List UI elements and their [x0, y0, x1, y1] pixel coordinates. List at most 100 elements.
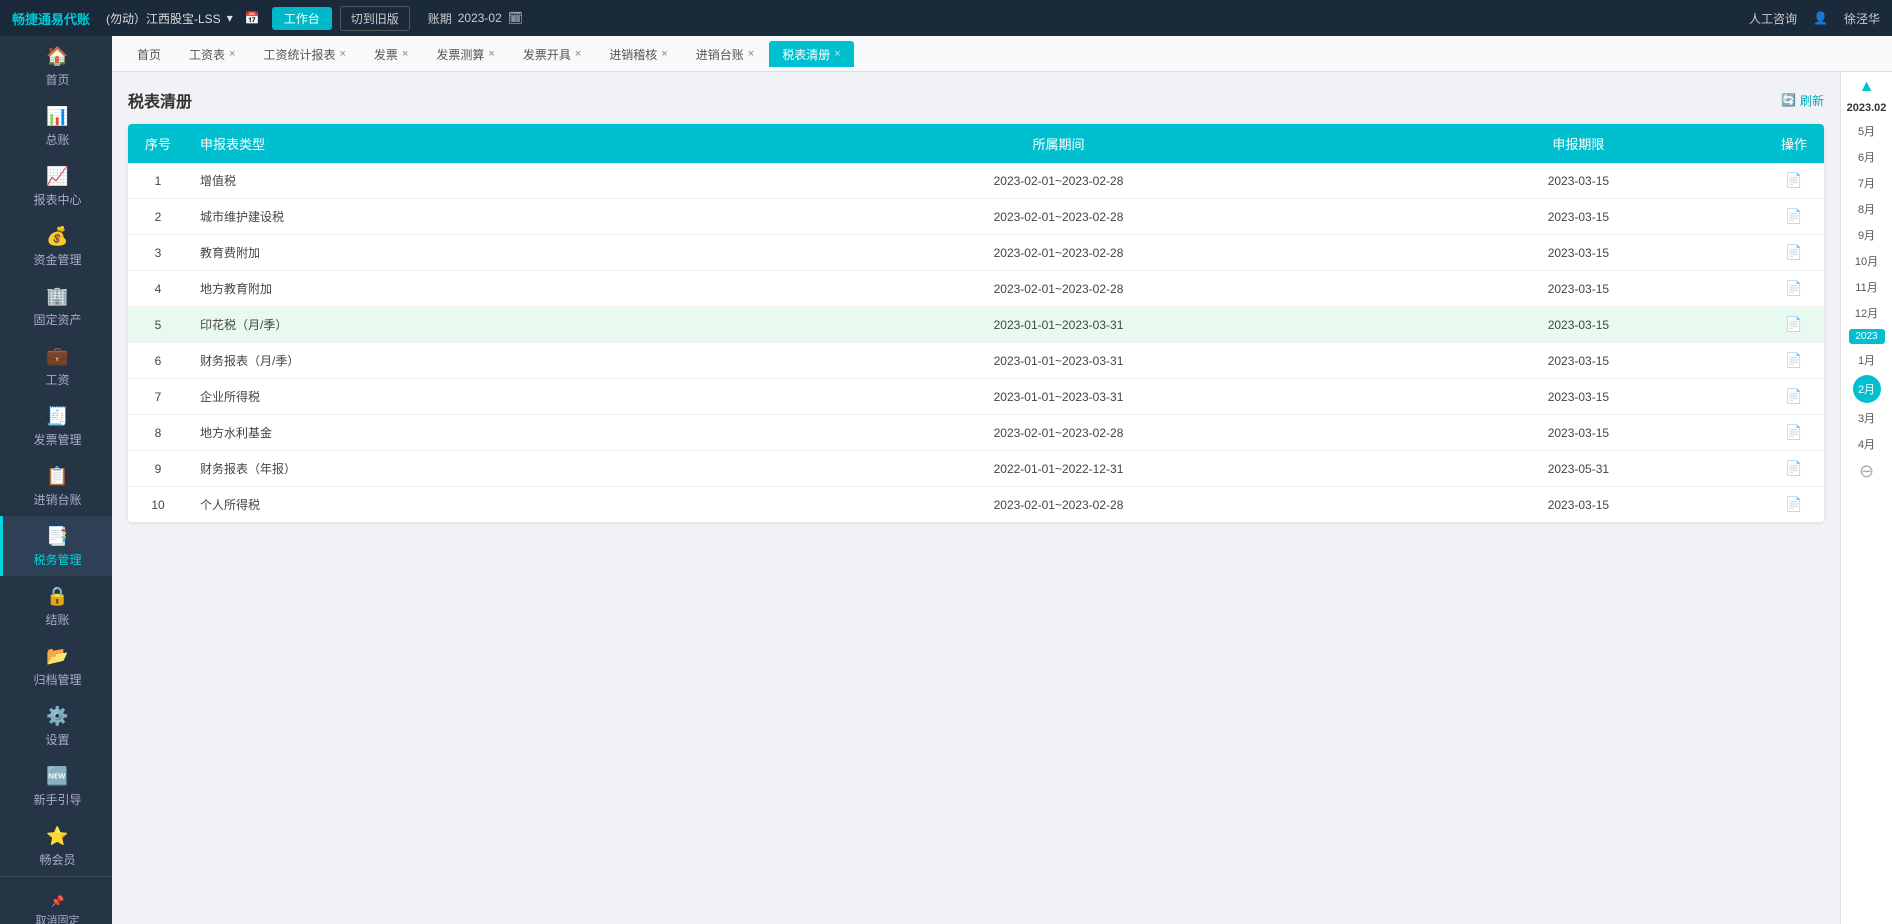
sidebar-item-home[interactable]: 🏠 首页	[0, 36, 112, 96]
tab-tax-list[interactable]: 税表清册 ×	[769, 41, 853, 67]
chevron-down-icon: ▾	[227, 11, 233, 25]
sidebar-item-reports[interactable]: 📈 报表中心	[0, 156, 112, 216]
cell-action: 📄	[1764, 271, 1824, 307]
tab-salary-stats-close[interactable]: ×	[339, 48, 345, 60]
tab-purchase-review[interactable]: 进销稽核 ×	[596, 41, 680, 67]
timeline-month-3[interactable]: 3月	[1841, 405, 1892, 431]
sidebar-item-purchase[interactable]: 📋 进销台账	[0, 456, 112, 516]
company-name: (勿动）江西股宝-LSS	[106, 10, 221, 27]
page-content: 税表清册 🔄 刷新 序号 申报表类型 所属期间 申报期限 操作	[112, 72, 1892, 924]
period-calendar-icon[interactable]: 🗓	[508, 11, 523, 25]
tab-home[interactable]: 首页	[124, 41, 174, 67]
document-action-icon[interactable]: 📄	[1785, 244, 1802, 260]
timeline-month-12[interactable]: 12月	[1841, 300, 1892, 326]
col-header-period: 所属期间	[724, 124, 1393, 163]
guide-icon: 🆕	[46, 766, 68, 787]
refresh-button[interactable]: 🔄 刷新	[1781, 92, 1824, 109]
document-action-icon[interactable]: 📄	[1785, 208, 1802, 224]
cell-action: 📄	[1764, 343, 1824, 379]
sidebar-label-assets: 固定资产	[33, 311, 81, 328]
cell-type: 企业所得税	[188, 379, 724, 415]
document-action-icon[interactable]: 📄	[1785, 388, 1802, 404]
table-row: 9财务报表（年报）2022-01-01~2022-12-312023-05-31…	[128, 451, 1824, 487]
tab-purchase-ledger-close[interactable]: ×	[748, 48, 754, 60]
cell-period: 2023-02-01~2023-02-28	[724, 163, 1393, 199]
timeline-month-7[interactable]: 7月	[1841, 170, 1892, 196]
sidebar-item-invoices[interactable]: 🧾 发票管理	[0, 396, 112, 456]
cell-period: 2023-01-01~2023-03-31	[724, 343, 1393, 379]
funds-icon: 💰	[46, 226, 68, 247]
table-row: 8地方水利基金2023-02-01~2023-02-282023-03-15📄	[128, 415, 1824, 451]
unpin-button[interactable]: 📌 取消固定	[0, 885, 112, 924]
sidebar-item-vip[interactable]: ⭐ 畅会员	[0, 816, 112, 876]
col-header-deadline: 申报期限	[1393, 124, 1764, 163]
timeline-month-10[interactable]: 10月	[1841, 248, 1892, 274]
sidebar-item-ledger[interactable]: 📊 总账	[0, 96, 112, 156]
workspace-button[interactable]: 工作台	[272, 7, 332, 30]
human-service-link[interactable]: 人工咨询	[1749, 10, 1797, 27]
sidebar-item-closing[interactable]: 🔒 结账	[0, 576, 112, 636]
main-panel: 税表清册 🔄 刷新 序号 申报表类型 所属期间 申报期限 操作	[112, 72, 1840, 924]
cell-action: 📄	[1764, 415, 1824, 451]
closing-icon: 🔒	[46, 586, 68, 607]
timeline-month-1[interactable]: 1月	[1841, 347, 1892, 373]
sidebar-item-settings[interactable]: ⚙️ 设置	[0, 696, 112, 756]
old-version-button[interactable]: 切到旧版	[340, 6, 410, 31]
sidebar-label-tax: 税务管理	[33, 551, 81, 568]
cell-action: 📄	[1764, 163, 1824, 199]
document-action-icon[interactable]: 📄	[1785, 172, 1802, 188]
document-action-icon[interactable]: 📄	[1785, 316, 1802, 332]
cell-num: 1	[128, 163, 188, 199]
tab-salary[interactable]: 工资表 ×	[176, 41, 248, 67]
timeline-month-4[interactable]: 4月	[1841, 431, 1892, 457]
sidebar-item-tax[interactable]: 📑 税务管理	[0, 516, 112, 576]
timeline-month-5[interactable]: 5月	[1841, 118, 1892, 144]
sidebar-item-salary[interactable]: 💼 工资	[0, 336, 112, 396]
sidebar-item-assets[interactable]: 🏢 固定资产	[0, 276, 112, 336]
refresh-icon: 🔄	[1781, 93, 1796, 107]
company-selector[interactable]: (勿动）江西股宝-LSS ▾ 📅	[106, 10, 260, 27]
tab-purchase-ledger[interactable]: 进销台账 ×	[683, 41, 767, 67]
tab-invoice-open-close[interactable]: ×	[575, 48, 581, 60]
timeline-month-2-active[interactable]: 2月	[1853, 375, 1881, 403]
cell-action: 📄	[1764, 379, 1824, 415]
sidebar-item-guide[interactable]: 🆕 新手引导	[0, 756, 112, 816]
document-action-icon[interactable]: 📄	[1785, 460, 1802, 476]
sidebar-item-funds[interactable]: 💰 资金管理	[0, 216, 112, 276]
calendar-icon: 📅	[245, 11, 260, 25]
tab-invoice-open[interactable]: 发票开具 ×	[510, 41, 594, 67]
tab-invoice-close[interactable]: ×	[402, 48, 408, 60]
document-action-icon[interactable]: 📄	[1785, 424, 1802, 440]
tab-tax-list-close[interactable]: ×	[834, 48, 840, 60]
timeline-month-9[interactable]: 9月	[1841, 222, 1892, 248]
cell-deadline: 2023-03-15	[1393, 415, 1764, 451]
cell-period: 2023-01-01~2023-03-31	[724, 379, 1393, 415]
purchase-icon: 📋	[46, 466, 68, 487]
tab-invoice-calc[interactable]: 发票测算 ×	[423, 41, 507, 67]
cell-period: 2023-02-01~2023-02-28	[724, 415, 1393, 451]
avatar: 👤	[1813, 11, 1828, 25]
sidebar-item-archive[interactable]: 📂 归档管理	[0, 636, 112, 696]
tab-salary-stats[interactable]: 工资统计报表 ×	[250, 41, 358, 67]
tab-invoice[interactable]: 发票 ×	[361, 41, 421, 67]
tab-purchase-review-close[interactable]: ×	[661, 48, 667, 60]
timeline-month-8[interactable]: 8月	[1841, 196, 1892, 222]
document-action-icon[interactable]: 📄	[1785, 280, 1802, 296]
cell-num: 2	[128, 199, 188, 235]
tab-invoice-calc-close[interactable]: ×	[488, 48, 494, 60]
table-row: 5印花税（月/季）2023-01-01~2023-03-312023-03-15…	[128, 307, 1824, 343]
tabbar: 首页 工资表 × 工资统计报表 × 发票 × 发票测算 × 发票开具 ×	[112, 36, 1892, 72]
document-action-icon[interactable]: 📄	[1785, 352, 1802, 368]
document-action-icon[interactable]: 📄	[1785, 496, 1802, 512]
timeline-month-6[interactable]: 6月	[1841, 144, 1892, 170]
timeline-collapse-button[interactable]: ⊖	[1859, 457, 1874, 486]
timeline-month-11[interactable]: 11月	[1841, 274, 1892, 300]
sidebar-label-salary: 工资	[45, 371, 69, 388]
cell-num: 7	[128, 379, 188, 415]
tab-salary-close[interactable]: ×	[229, 48, 235, 60]
period-display: 账期 2023-02 🗓	[428, 10, 523, 27]
timeline-up-arrow[interactable]: ▲	[1859, 76, 1875, 98]
cell-num: 4	[128, 271, 188, 307]
tab-tax-list-label: 税表清册	[782, 46, 830, 63]
cell-deadline: 2023-03-15	[1393, 199, 1764, 235]
